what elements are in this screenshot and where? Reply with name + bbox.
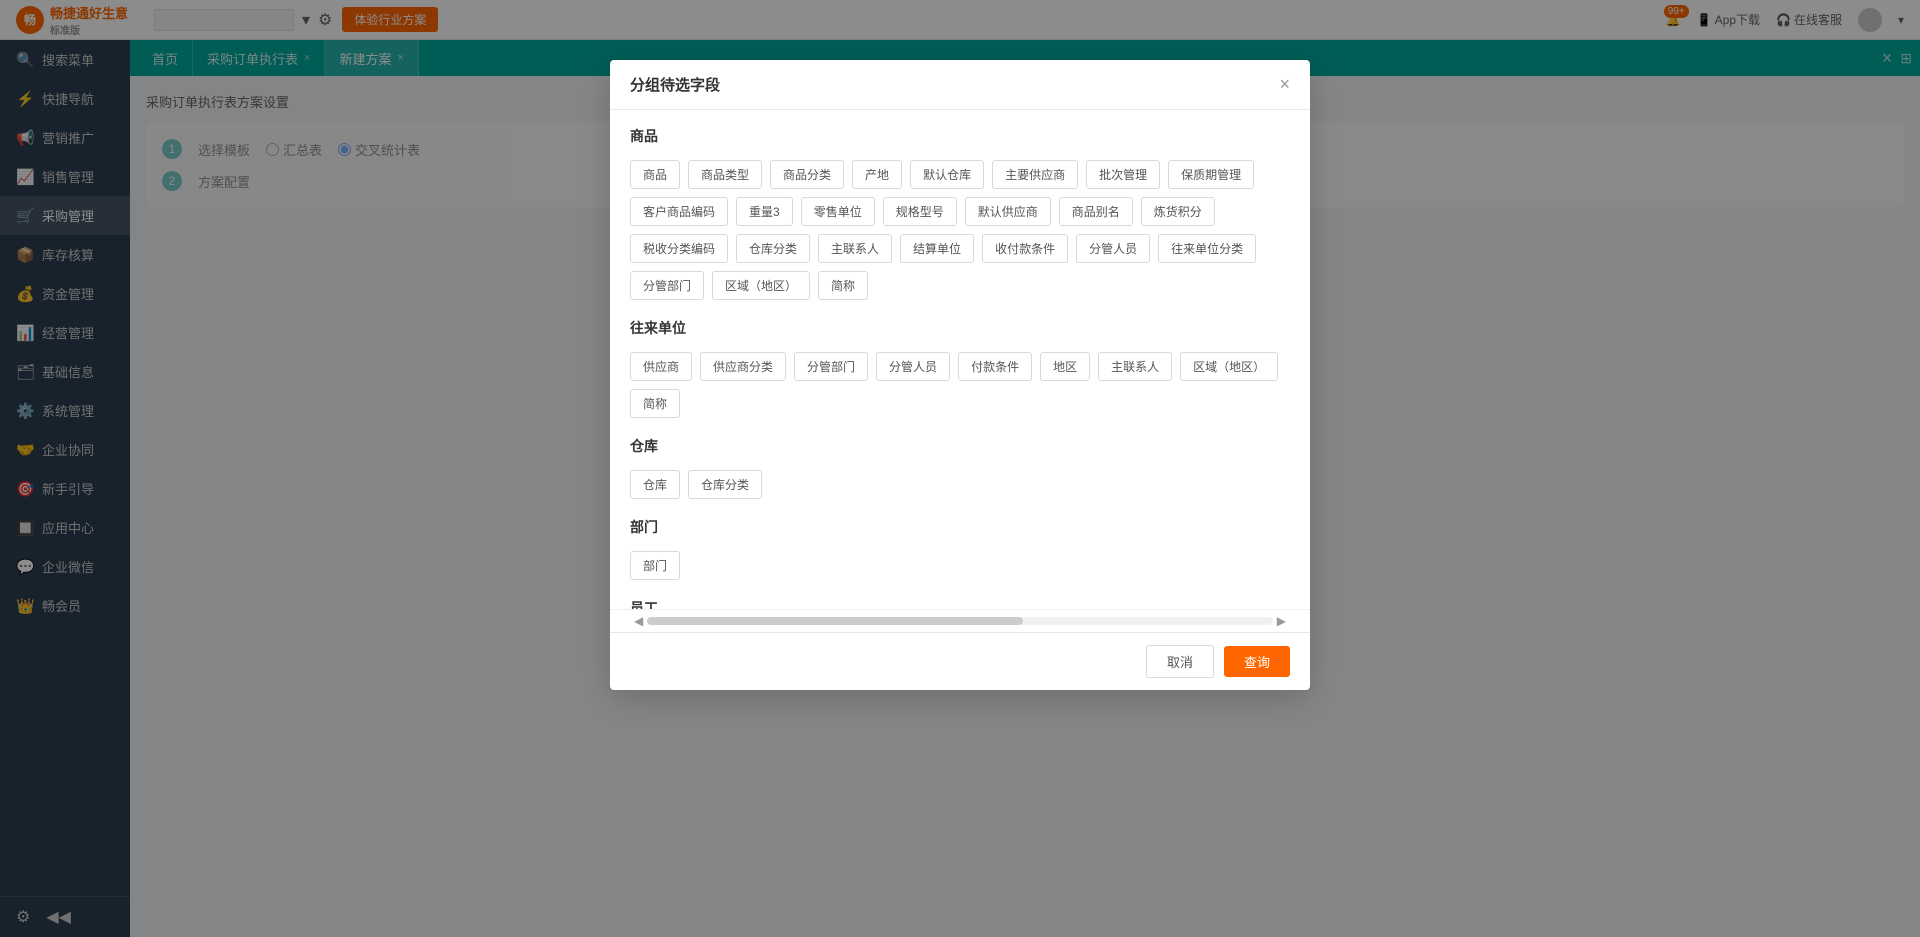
field-tags-0: 商品商品类型商品分类产地默认仓库主要供应商批次管理保质期管理客户商品编码重量3 零… — [630, 160, 1290, 300]
field-tag-0-19[interactable]: 收付款条件 — [982, 234, 1068, 263]
hscroll-bar — [647, 617, 1273, 625]
field-tag-0-15[interactable]: 税收分类编码 — [630, 234, 728, 263]
field-tag-0-24[interactable]: 简称 — [818, 271, 868, 300]
field-tag-0-5[interactable]: 主要供应商 — [992, 160, 1078, 189]
field-tag-0-9[interactable]: 重量3 — [736, 197, 793, 226]
field-tag-0-10[interactable]: 零售单位 — [801, 197, 875, 226]
field-tag-1-3[interactable]: 分管人员 — [876, 352, 950, 381]
field-tag-1-5[interactable]: 地区 — [1040, 352, 1090, 381]
field-tag-0-23[interactable]: 区域（地区） — [712, 271, 810, 300]
field-tag-0-13[interactable]: 商品别名 — [1059, 197, 1133, 226]
field-tag-0-21[interactable]: 往来单位分类 — [1158, 234, 1256, 263]
field-group-title-3: 部门 — [630, 517, 1290, 541]
confirm-button[interactable]: 查询 — [1224, 646, 1290, 677]
field-group-title-4: 员工 — [630, 598, 1290, 609]
hscroll-right-arrow[interactable]: ▶ — [1273, 614, 1290, 628]
field-group-title-2: 仓库 — [630, 436, 1290, 460]
field-group-2: 仓库仓库仓库分类 — [630, 436, 1290, 499]
field-tag-0-3[interactable]: 产地 — [852, 160, 902, 189]
field-tag-0-7[interactable]: 保质期管理 — [1168, 160, 1254, 189]
field-group-title-0: 商品 — [630, 126, 1290, 150]
field-tags-2: 仓库仓库分类 — [630, 470, 1290, 499]
field-tag-0-14[interactable]: 炼货积分 — [1141, 197, 1215, 226]
field-tag-0-0[interactable]: 商品 — [630, 160, 680, 189]
field-group-0: 商品商品商品类型商品分类产地默认仓库主要供应商批次管理保质期管理客户商品编码重量… — [630, 126, 1290, 300]
field-tag-1-2[interactable]: 分管部门 — [794, 352, 868, 381]
field-tag-0-22[interactable]: 分管部门 — [630, 271, 704, 300]
field-tag-1-1[interactable]: 供应商分类 — [700, 352, 786, 381]
field-tag-0-17[interactable]: 主联系人 — [818, 234, 892, 263]
field-tag-0-18[interactable]: 结算单位 — [900, 234, 974, 263]
field-tag-1-0[interactable]: 供应商 — [630, 352, 692, 381]
field-tag-0-8[interactable]: 客户商品编码 — [630, 197, 728, 226]
field-tag-0-11[interactable]: 规格型号 — [883, 197, 957, 226]
field-tags-1: 供应商供应商分类分管部门分管人员付款条件地区主联系人区域（地区） 简称 — [630, 352, 1290, 418]
field-tag-2-0[interactable]: 仓库 — [630, 470, 680, 499]
field-tag-0-2[interactable]: 商品分类 — [770, 160, 844, 189]
modal-footer: 取消 查询 — [610, 632, 1310, 690]
field-tag-1-8[interactable]: 简称 — [630, 389, 680, 418]
field-tag-3-0[interactable]: 部门 — [630, 551, 680, 580]
modal-close-button[interactable]: × — [1279, 74, 1290, 95]
field-group-4: 员工业务员 — [630, 598, 1290, 609]
field-tag-0-12[interactable]: 默认供应商 — [965, 197, 1051, 226]
field-tag-2-1[interactable]: 仓库分类 — [688, 470, 762, 499]
field-tag-0-16[interactable]: 仓库分类 — [736, 234, 810, 263]
modal-header: 分组待选字段 × — [610, 60, 1310, 110]
modal-hscroll: ◀ ▶ — [610, 609, 1310, 632]
field-group-3: 部门部门 — [630, 517, 1290, 580]
field-tag-0-20[interactable]: 分管人员 — [1076, 234, 1150, 263]
modal-body: 商品商品商品类型商品分类产地默认仓库主要供应商批次管理保质期管理客户商品编码重量… — [610, 110, 1310, 609]
field-group-1: 往来单位供应商供应商分类分管部门分管人员付款条件地区主联系人区域（地区） 简称 — [630, 318, 1290, 418]
field-tag-1-4[interactable]: 付款条件 — [958, 352, 1032, 381]
modal-overlay: 分组待选字段 × 商品商品商品类型商品分类产地默认仓库主要供应商批次管理保质期管… — [0, 0, 1920, 937]
field-group-title-1: 往来单位 — [630, 318, 1290, 342]
field-tag-1-6[interactable]: 主联系人 — [1098, 352, 1172, 381]
field-tag-0-6[interactable]: 批次管理 — [1086, 160, 1160, 189]
field-tag-1-7[interactable]: 区域（地区） — [1180, 352, 1278, 381]
modal-dialog: 分组待选字段 × 商品商品商品类型商品分类产地默认仓库主要供应商批次管理保质期管… — [610, 60, 1310, 690]
hscroll-thumb — [647, 617, 1022, 625]
field-tags-3: 部门 — [630, 551, 1290, 580]
hscroll-left-arrow[interactable]: ◀ — [630, 614, 647, 628]
cancel-button[interactable]: 取消 — [1146, 645, 1214, 678]
field-tag-0-4[interactable]: 默认仓库 — [910, 160, 984, 189]
field-tag-0-1[interactable]: 商品类型 — [688, 160, 762, 189]
modal-title: 分组待选字段 — [630, 74, 720, 95]
